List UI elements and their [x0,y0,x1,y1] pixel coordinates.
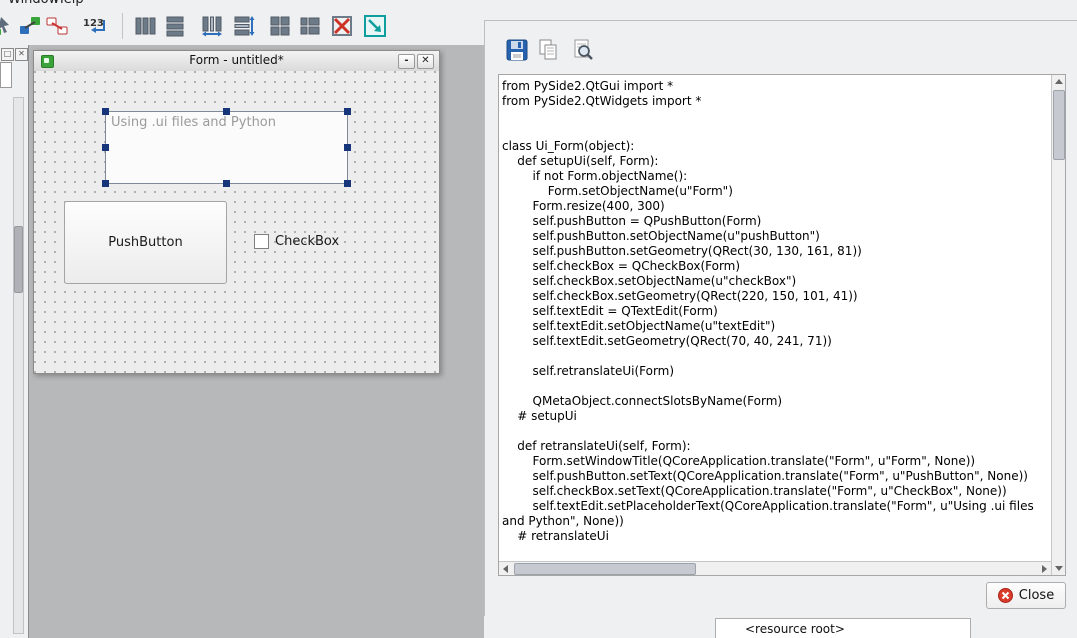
save-icon[interactable] [505,38,529,62]
pushbutton-widget[interactable]: PushButton [64,201,227,284]
dock-scrollbar[interactable] [13,97,24,634]
scroll-up-button[interactable] [1052,75,1065,88]
lay-out-vertically-in-splitter-icon[interactable] [232,14,256,38]
selection-handle[interactable] [223,180,230,187]
menubar: Window Help [0,0,480,9]
menu-window[interactable]: Window [8,0,59,7]
selection-handle[interactable] [344,144,351,151]
vertical-scrollbar[interactable] [1051,75,1065,575]
toolbar-separator [122,13,123,39]
scroll-right-button[interactable] [1038,562,1051,575]
close-button-label: Close [1019,588,1054,603]
lay-out-horizontally-in-splitter-icon[interactable] [200,14,224,38]
edit-tab-order-icon[interactable]: 123 [82,14,110,38]
form-window-titlebar[interactable]: Form - untitled* - ✕ [34,51,439,72]
dock-float-button[interactable]: □ [1,48,14,61]
dock-close-button[interactable]: ✕ [15,48,28,61]
form-minimize-button[interactable]: - [398,54,415,69]
textedit-placeholder: Using .ui files and Python [111,115,276,130]
adjust-size-icon[interactable] [363,14,387,38]
find-icon[interactable] [571,38,595,62]
checkbox-label: CheckBox [275,234,339,249]
horizontal-scrollbar[interactable] [499,561,1051,575]
textedit-widget[interactable]: Using .ui files and Python [105,111,348,184]
widget-filter-input[interactable] [0,62,12,88]
form-designer-window[interactable]: Form - untitled* - ✕ Using .ui files and… [33,50,440,374]
checkbox-widget[interactable]: CheckBox [254,221,355,262]
resource-browser: <resource root> [715,618,971,638]
selection-handle[interactable] [344,108,351,115]
lay-out-vertically-icon[interactable] [163,14,187,38]
main-toolbar: 123 [0,9,480,47]
qt-designer-screen: Window Help 123 [0,0,1077,638]
lay-out-in-form-layout-icon[interactable] [298,14,322,38]
code-view: from PySide2.QtGui import * from PySide2… [498,74,1066,576]
edit-widgets-icon[interactable] [0,14,15,38]
edit-buddies-icon[interactable] [45,14,69,38]
lay-out-horizontally-icon[interactable] [133,14,157,38]
code-text[interactable]: from PySide2.QtGui import * from PySide2… [499,75,1051,561]
selection-handle[interactable] [223,108,230,115]
resource-root-item[interactable]: <resource root> [745,622,845,636]
lay-out-in-grid-icon[interactable] [268,14,292,38]
dialog-close-icon [998,588,1013,603]
selection-handle[interactable] [102,144,109,151]
close-button[interactable]: Close [986,582,1066,609]
checkbox-indicator[interactable] [254,234,269,249]
break-layout-icon[interactable] [330,14,354,38]
form-canvas[interactable]: Using .ui files and Python PushButton Ch… [34,71,439,373]
form-window-title: Form - untitled* [34,53,439,67]
selection-handle[interactable] [344,180,351,187]
edit-signals-slots-icon[interactable] [18,14,42,38]
form-close-button[interactable]: ✕ [417,54,434,69]
scroll-left-button[interactable] [499,562,512,575]
dock-scrollbar-thumb[interactable] [14,226,23,293]
selection-handle[interactable] [102,180,109,187]
selection-handle[interactable] [102,108,109,115]
scroll-down-button[interactable] [1052,562,1065,575]
svg-text:123: 123 [83,18,104,29]
vertical-scrollbar-thumb[interactable] [1053,90,1065,160]
widget-box-dock: □ ✕ [0,45,29,638]
pushbutton-label: PushButton [108,235,182,250]
menu-help[interactable]: Help [54,0,84,7]
copy-all-icon[interactable] [536,38,560,62]
code-viewer-dialog: from PySide2.QtGui import * from PySide2… [484,20,1077,616]
horizontal-scrollbar-thumb[interactable] [514,563,696,575]
